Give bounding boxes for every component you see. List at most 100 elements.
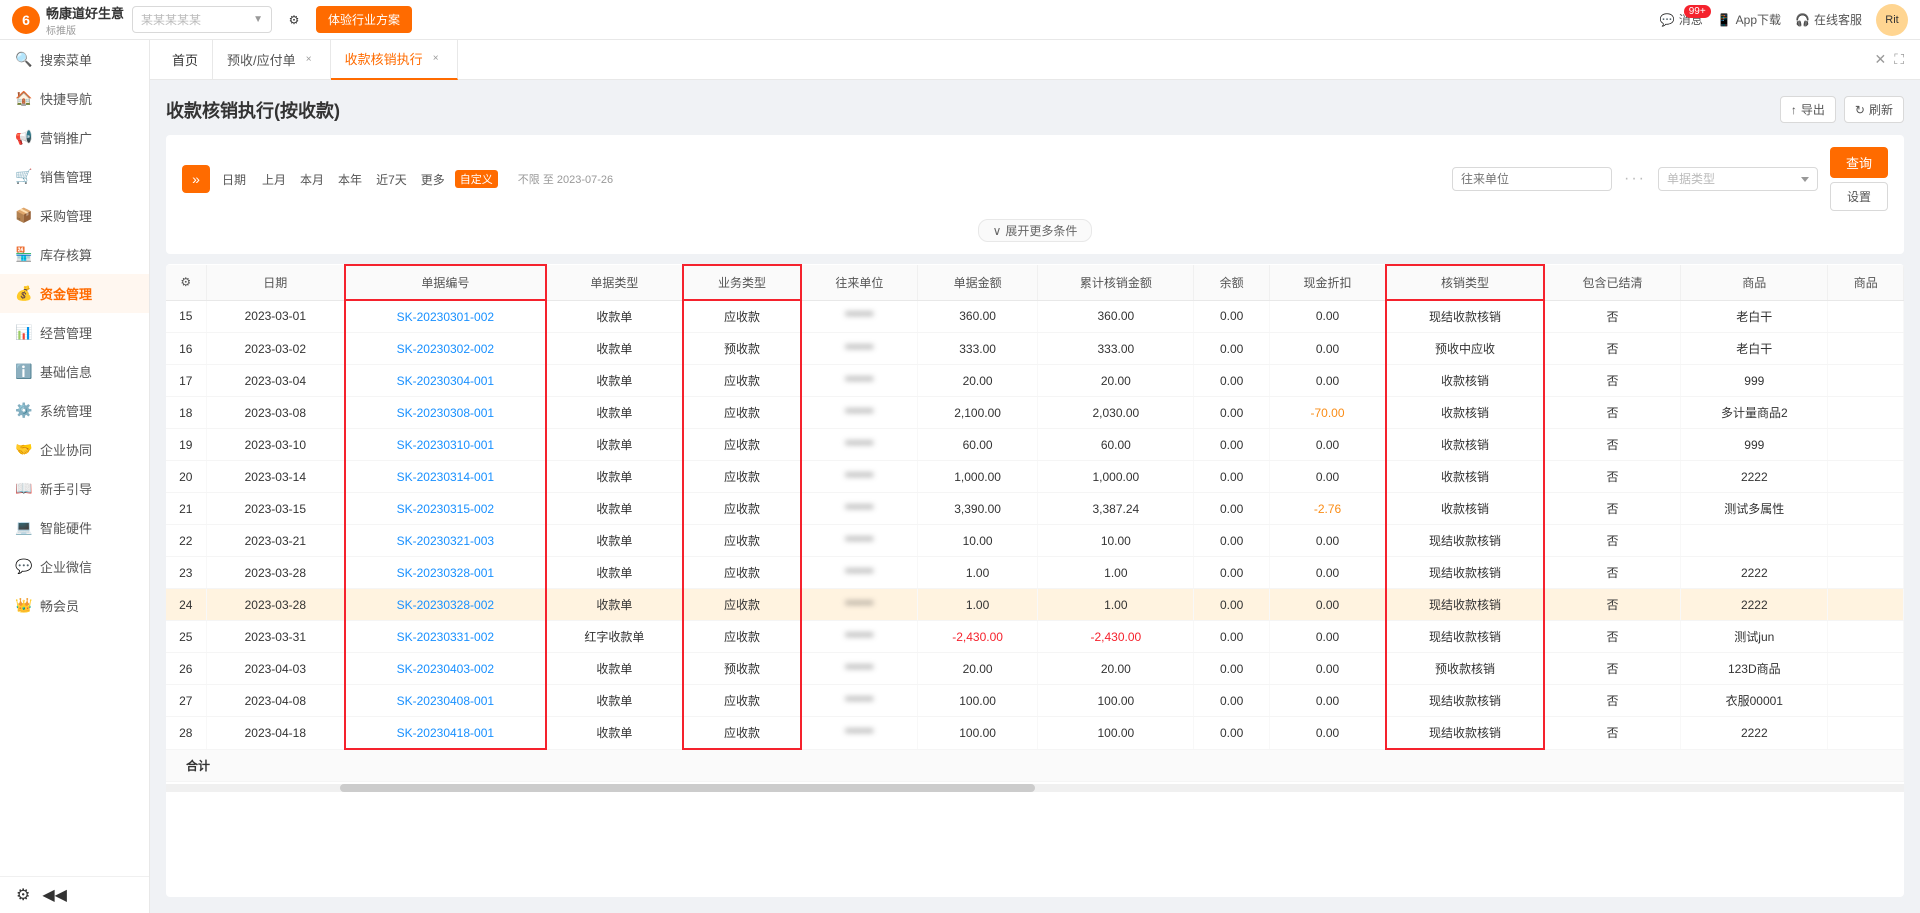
sidebar-item-member[interactable]: 👑 畅会员 [0,586,149,625]
cell-amount: 20.00 [917,653,1037,685]
filter-toggle-button[interactable]: » [182,165,210,193]
avatar[interactable]: Rit [1876,4,1908,36]
brand-info: 畅康道好生意 标推版 [46,3,124,37]
cell-amount: 1.00 [917,557,1037,589]
doc-no-link[interactable]: SK-20230315-002 [397,502,494,516]
sidebar-item-wechat[interactable]: 💬 企业微信 [0,547,149,586]
cell-doc-no: SK-20230304-001 [345,365,545,397]
doc-no-link[interactable]: SK-20230308-001 [397,406,494,420]
expand-button[interactable]: ∨ 展开更多条件 [978,219,1093,242]
query-button[interactable]: 查询 [1830,147,1888,178]
sidebar-item-system[interactable]: ⚙️ 系统管理 [0,391,149,430]
date-this-year[interactable]: 本年 [334,169,366,190]
sidebar-item-purchase[interactable]: 📦 采购管理 [0,196,149,235]
sidebar-item-enterprise[interactable]: 🤝 企业协同 [0,430,149,469]
cell-cash-discount: 0.00 [1269,621,1386,653]
maximize-icon[interactable]: ⛶ [1894,51,1904,68]
export-button[interactable]: ↑ 导出 [1780,96,1836,123]
top-selector[interactable]: 某某某某某 ▼ [132,6,272,33]
doc-no-link[interactable]: SK-20230328-001 [397,566,494,580]
cell-doc-type: 收款单 [546,557,684,589]
collapse-icon[interactable]: ◀◀ [42,885,67,905]
filter-action-btns: 查询 设置 [1830,147,1888,211]
th-idx: ⚙ [166,265,206,300]
sidebar-item-basics[interactable]: ℹ️ 基础信息 [0,352,149,391]
cell-include-settled: 否 [1544,333,1681,365]
settings-bottom-icon[interactable]: ⚙ [16,885,30,905]
cell-biz-type: 应收款 [683,365,801,397]
horizontal-scrollbar[interactable] [166,784,1904,792]
date-more[interactable]: 更多 [417,169,449,190]
table-row: 27 2023-04-08 SK-20230408-001 收款单 应收款 **… [166,685,1904,717]
sidebar-item-search[interactable]: 🔍 搜索菜单 [0,40,149,79]
doc-no-link[interactable]: SK-20230301-002 [397,310,494,324]
cell-cash-discount: 0.00 [1269,429,1386,461]
tab-prepay-close[interactable]: × [302,53,316,67]
doc-no-link[interactable]: SK-20230314-001 [397,470,494,484]
sidebar-label-guide: 新手引导 [40,479,92,498]
sidebar-item-operations[interactable]: 📊 经营管理 [0,313,149,352]
cell-write-off-type: 收款核销 [1386,365,1544,397]
doc-no-link[interactable]: SK-20230328-002 [397,598,494,612]
cell-partner: ****** [801,397,918,429]
doc-type-select[interactable]: 单据类型 [1658,167,1818,191]
cell-amount: 60.00 [917,429,1037,461]
date-this-month[interactable]: 本月 [296,169,328,190]
cell-biz-type: 应收款 [683,493,801,525]
app-download-button[interactable]: 📱 App下载 [1717,11,1781,28]
cell-amount: 3,390.00 [917,493,1037,525]
cell-partner: ****** [801,333,918,365]
doc-no-link[interactable]: SK-20230331-002 [397,630,494,644]
table-container[interactable]: ⚙ 日期 单据编号 单据类型 业务类型 往来单位 单据金额 累计核销金额 余额 [166,264,1904,897]
doc-no-link[interactable]: SK-20230302-002 [397,342,494,356]
partner-input[interactable] [1452,167,1612,191]
settings-button[interactable]: 设置 [1830,182,1888,211]
date-custom-btn[interactable]: 自定义 [455,170,498,188]
doc-no-link[interactable]: SK-20230321-003 [397,534,494,548]
tab-collection-close[interactable]: × [429,52,443,66]
date-prev-month[interactable]: 上月 [258,169,290,190]
cell-date: 2023-03-02 [206,333,345,365]
tab-collection[interactable]: 收款核销执行 × [331,40,458,80]
sidebar-item-hardware[interactable]: 💻 智能硬件 [0,508,149,547]
sidebar-item-sales[interactable]: 🛒 销售管理 [0,157,149,196]
sidebar-item-finance[interactable]: 💰 资金管理 [0,274,149,313]
sidebar-item-guide[interactable]: 📖 新手引导 [0,469,149,508]
doc-no-link[interactable]: SK-20230418-001 [397,726,494,740]
page-header: 收款核销执行(按收款) ↑ 导出 ↻ 刷新 [166,96,1904,123]
cell-doc-no: SK-20230331-002 [345,621,545,653]
cell-cumulative: 100.00 [1038,717,1194,750]
brand-sub: 标推版 [46,22,124,37]
date-7days[interactable]: 近7天 [372,169,411,190]
chevron-down-expand-icon: ∨ [993,224,1002,238]
cell-idx: 17 [166,365,206,397]
sidebar-item-inventory[interactable]: 🏪 库存核算 [0,235,149,274]
sidebar-label-finance: 资金管理 [40,284,92,303]
message-button[interactable]: 💬 消息 99+ [1660,11,1703,28]
doc-no-link[interactable]: SK-20230304-001 [397,374,494,388]
cell-cash-discount: 0.00 [1269,557,1386,589]
sidebar-item-marketing[interactable]: 📢 营销推广 [0,118,149,157]
cell-doc-type: 收款单 [546,525,684,557]
cell-write-off-type: 现结收款核销 [1386,717,1544,750]
sidebar-item-shortcut[interactable]: 🏠 快捷导航 [0,79,149,118]
cell-doc-no: SK-20230301-002 [345,300,545,333]
filter-dots[interactable]: ··· [1624,170,1646,188]
doc-no-link[interactable]: SK-20230310-001 [397,438,494,452]
filter-spacer: 不限 至 2023-07-26 [514,171,613,187]
doc-no-link[interactable]: SK-20230403-002 [397,662,494,676]
experience-button[interactable]: 体验行业方案 [316,6,412,33]
megaphone-icon: 📢 [16,130,32,146]
cell-balance: 0.00 [1194,621,1270,653]
home-icon: 🏠 [16,91,32,107]
doc-no-link[interactable]: SK-20230408-001 [397,694,494,708]
page-title: 收款核销执行(按收款) [166,97,340,123]
gear-button[interactable]: ⚙ [280,6,308,34]
cell-doc-type: 收款单 [546,397,684,429]
online-service-button[interactable]: 🎧 在线客服 [1795,11,1862,28]
cell-partner: ****** [801,557,918,589]
refresh-button[interactable]: ↻ 刷新 [1844,96,1904,123]
tab-prepay[interactable]: 预收/应付单 × [213,40,331,80]
close-window-icon[interactable]: ✕ [1874,51,1886,68]
tab-home[interactable]: 首页 [158,40,213,80]
